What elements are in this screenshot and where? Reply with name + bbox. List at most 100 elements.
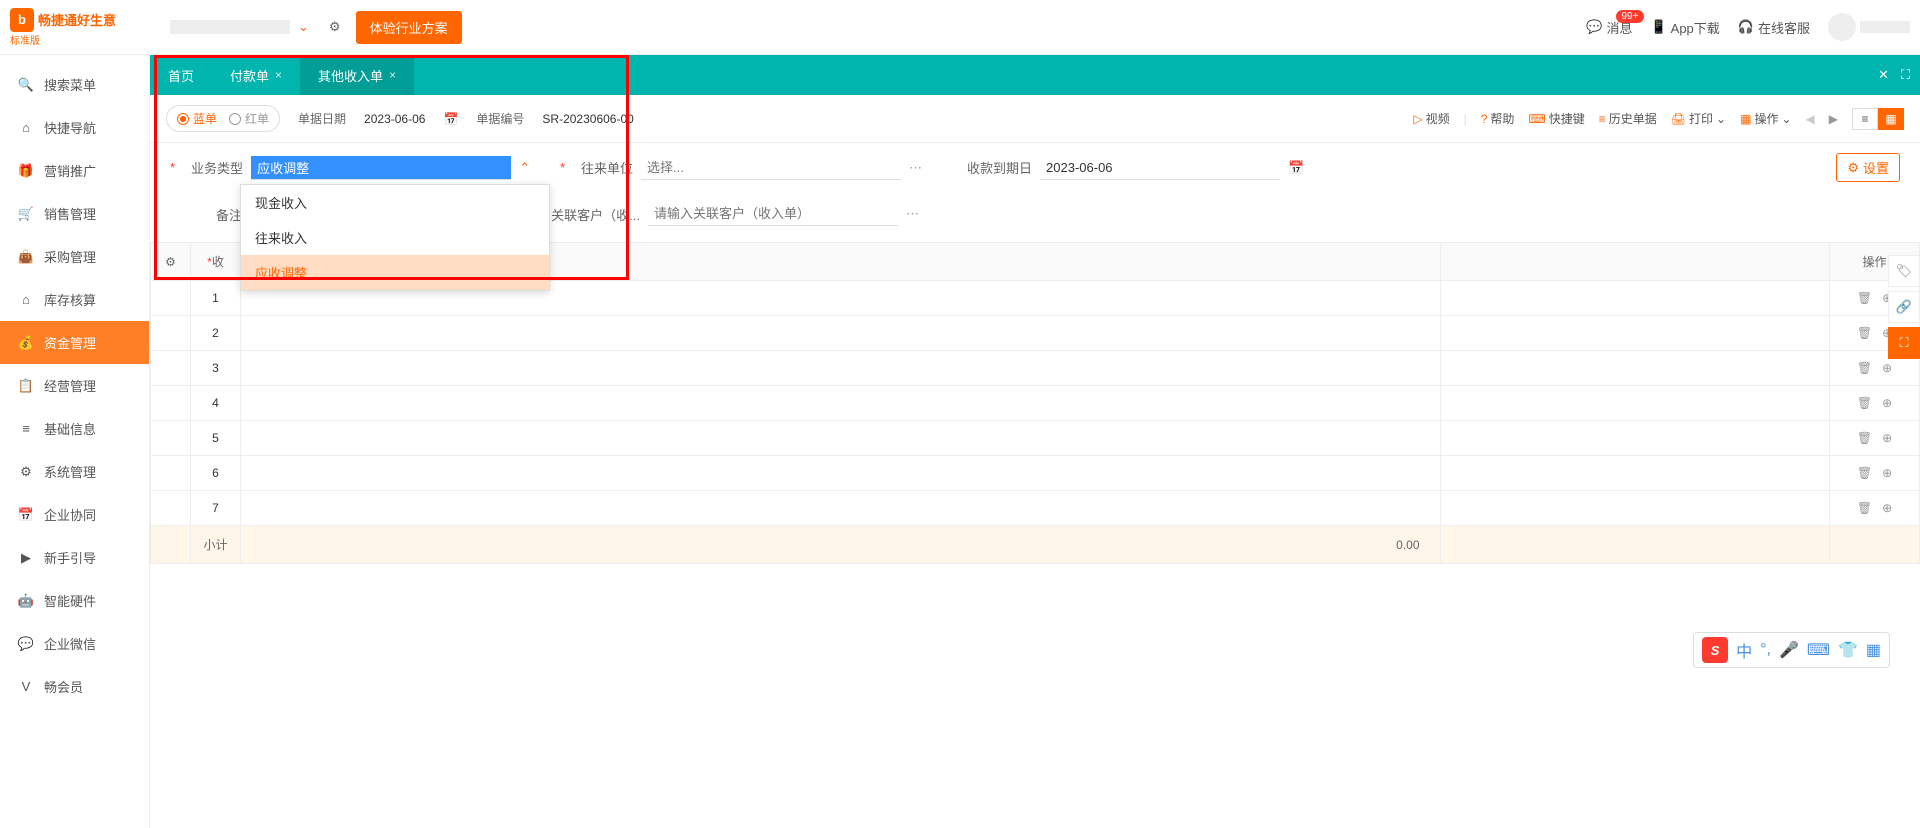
close-icon[interactable]: × (389, 68, 396, 82)
prev-icon[interactable]: ◀ (1806, 112, 1815, 126)
user-avatar[interactable] (1828, 13, 1910, 41)
sidebar-item-7[interactable]: 📋经营管理 (0, 364, 149, 407)
sidebar-icon: ⌂ (18, 292, 34, 308)
card-view-button[interactable]: ▦ (1878, 108, 1904, 130)
sidebar-item-8[interactable]: ≡基础信息 (0, 407, 149, 450)
play-icon: ▷ (1413, 112, 1422, 126)
sidebar-item-label: 库存核算 (44, 290, 96, 309)
shortcut-button[interactable]: ⌨快捷键 (1528, 110, 1584, 127)
app-download-button[interactable]: 📱 App下载 (1650, 18, 1719, 37)
table-row[interactable]: 2🗑⊕ (151, 316, 1920, 351)
copy-icon[interactable]: ⊕ (1882, 431, 1892, 445)
more-icon[interactable]: ⋯ (909, 160, 922, 176)
blue-doc-radio[interactable]: 蓝单 (177, 110, 217, 127)
delete-icon[interactable]: 🗑 (1857, 361, 1872, 375)
sidebar-item-12[interactable]: 🤖智能硬件 (0, 579, 149, 622)
table-row[interactable]: 3🗑⊕ (151, 351, 1920, 386)
settings-gear-icon[interactable]: ⚙ (329, 19, 341, 35)
sidebar-item-10[interactable]: 📅企业协同 (0, 493, 149, 536)
ime-menu-icon[interactable]: ▦ (1866, 640, 1881, 660)
ime-toolbar[interactable]: S 中 °, 🎤 ⌨ 👕 ▦ (1693, 632, 1890, 668)
side-tool-expand[interactable]: ⛶ (1888, 327, 1920, 359)
sidebar-icon: 🎁 (18, 163, 34, 179)
partner-input[interactable] (641, 156, 901, 180)
due-date-input[interactable] (1040, 156, 1280, 180)
table-row[interactable]: 4🗑⊕ (151, 386, 1920, 421)
sidebar-item-label: 基础信息 (44, 419, 96, 438)
list-view-button[interactable]: ≡ (1852, 108, 1878, 130)
table-row[interactable]: 7 🗑 ⊕ (151, 491, 1920, 526)
sidebar-item-6[interactable]: 💰资金管理 (0, 321, 149, 364)
delete-icon[interactable]: 🗑 (1857, 396, 1872, 410)
copy-icon[interactable]: ⊕ (1882, 396, 1892, 410)
more-icon[interactable]: ⋯ (906, 206, 919, 222)
org-selector[interactable]: ⌄ (170, 19, 309, 35)
delete-icon[interactable]: 🗑 (1857, 501, 1872, 515)
close-tab-icon[interactable]: ✕ (1878, 67, 1889, 83)
copy-icon[interactable]: ⊕ (1882, 361, 1892, 375)
delete-icon[interactable]: 🗑 (1857, 291, 1872, 305)
expand-tab-icon[interactable]: ⛶ (1901, 67, 1910, 83)
ime-mic-icon[interactable]: 🎤 (1779, 640, 1799, 660)
copy-icon[interactable]: ⊕ (1882, 466, 1892, 480)
sidebar-item-0[interactable]: 🔍搜索菜单 (0, 63, 149, 106)
dropdown-option-0[interactable]: 现金收入 (241, 185, 549, 220)
table-row[interactable]: 6🗑⊕ (151, 456, 1920, 491)
side-tool-link[interactable]: 🔗 (1888, 291, 1920, 323)
sidebar-item-3[interactable]: 🛒销售管理 (0, 192, 149, 235)
settings-button[interactable]: ⚙ 设置 (1836, 153, 1900, 182)
logo[interactable]: b 畅捷通好生意 标准版 (10, 8, 150, 47)
operate-button[interactable]: ▦操作⌄ (1740, 110, 1791, 127)
experience-industry-button[interactable]: 体验行业方案 (356, 11, 462, 44)
sidebar-item-5[interactable]: ⌂ 库存核算 (0, 278, 149, 321)
related-customer-label: 关联客户（收... (540, 205, 640, 224)
doc-date-value[interactable]: 2023-06-06 (364, 112, 425, 126)
sidebar-item-4[interactable]: 👜采购管理 (0, 235, 149, 278)
sidebar-item-1[interactable]: ⌂快捷导航 (0, 106, 149, 149)
tab-0[interactable]: 首页 (150, 55, 212, 95)
row-index: 7 (191, 491, 241, 526)
video-button[interactable]: ▷视频 (1413, 110, 1449, 127)
calendar-icon[interactable]: 📅 (443, 112, 458, 126)
chevron-up-icon[interactable]: ⌃ (519, 160, 530, 176)
sidebar-item-label: 销售管理 (44, 204, 96, 223)
table-row[interactable]: 5🗑⊕ (151, 421, 1920, 456)
close-icon[interactable]: × (275, 68, 282, 82)
sidebar-item-9[interactable]: ⚙系统管理 (0, 450, 149, 493)
help-button[interactable]: ?帮助 (1481, 110, 1515, 127)
menu-icon: ▦ (1740, 112, 1751, 126)
tab-1[interactable]: 付款单× (212, 55, 300, 95)
sidebar-item-13[interactable]: 💬企业微信 (0, 622, 149, 665)
tab-2[interactable]: 其他收入单× (300, 55, 414, 95)
table-index-header: *收 (191, 243, 241, 281)
sidebar-item-label: 畅会员 (44, 677, 83, 696)
table-settings-header[interactable]: ⚙ (151, 243, 191, 281)
sidebar-item-2[interactable]: 🎁营销推广 (0, 149, 149, 192)
delete-icon[interactable]: 🗑 (1857, 466, 1872, 480)
ime-keyboard-icon[interactable]: ⌨ (1807, 640, 1830, 660)
red-doc-radio[interactable]: 红单 (229, 110, 269, 127)
calendar-icon[interactable]: 📅 (1288, 160, 1304, 176)
next-icon[interactable]: ▶ (1829, 112, 1838, 126)
remark-label: 备注 (182, 205, 242, 224)
copy-icon[interactable]: ⊕ (1882, 501, 1892, 515)
online-service-button[interactable]: 🎧 在线客服 (1738, 18, 1810, 37)
delete-icon[interactable]: 🗑 (1857, 326, 1872, 340)
messages-button[interactable]: 💬 消息 99+ (1586, 18, 1632, 37)
side-tool-tag[interactable]: 🏷 (1888, 255, 1920, 287)
related-customer-input[interactable] (648, 202, 898, 226)
dropdown-option-2[interactable]: 应收调整 (241, 255, 549, 290)
dropdown-option-1[interactable]: 往来收入 (241, 220, 549, 255)
ime-skin-icon[interactable]: 👕 (1838, 640, 1858, 660)
sidebar-item-14[interactable]: V畅会员 (0, 665, 149, 708)
print-button[interactable]: 🖨打印⌄ (1671, 110, 1726, 127)
ime-punct-icon[interactable]: °, (1760, 641, 1771, 659)
subtotal-label: 小计 (191, 526, 241, 564)
required-marker: * (560, 160, 565, 175)
ime-lang[interactable]: 中 (1736, 638, 1752, 662)
history-button[interactable]: ≡历史单据 (1599, 110, 1657, 127)
delete-icon[interactable]: 🗑 (1857, 431, 1872, 445)
sidebar-item-11[interactable]: ▶新手引导 (0, 536, 149, 579)
due-date-field: 收款到期日 📅 (952, 156, 1304, 180)
biz-type-input[interactable] (251, 156, 511, 180)
